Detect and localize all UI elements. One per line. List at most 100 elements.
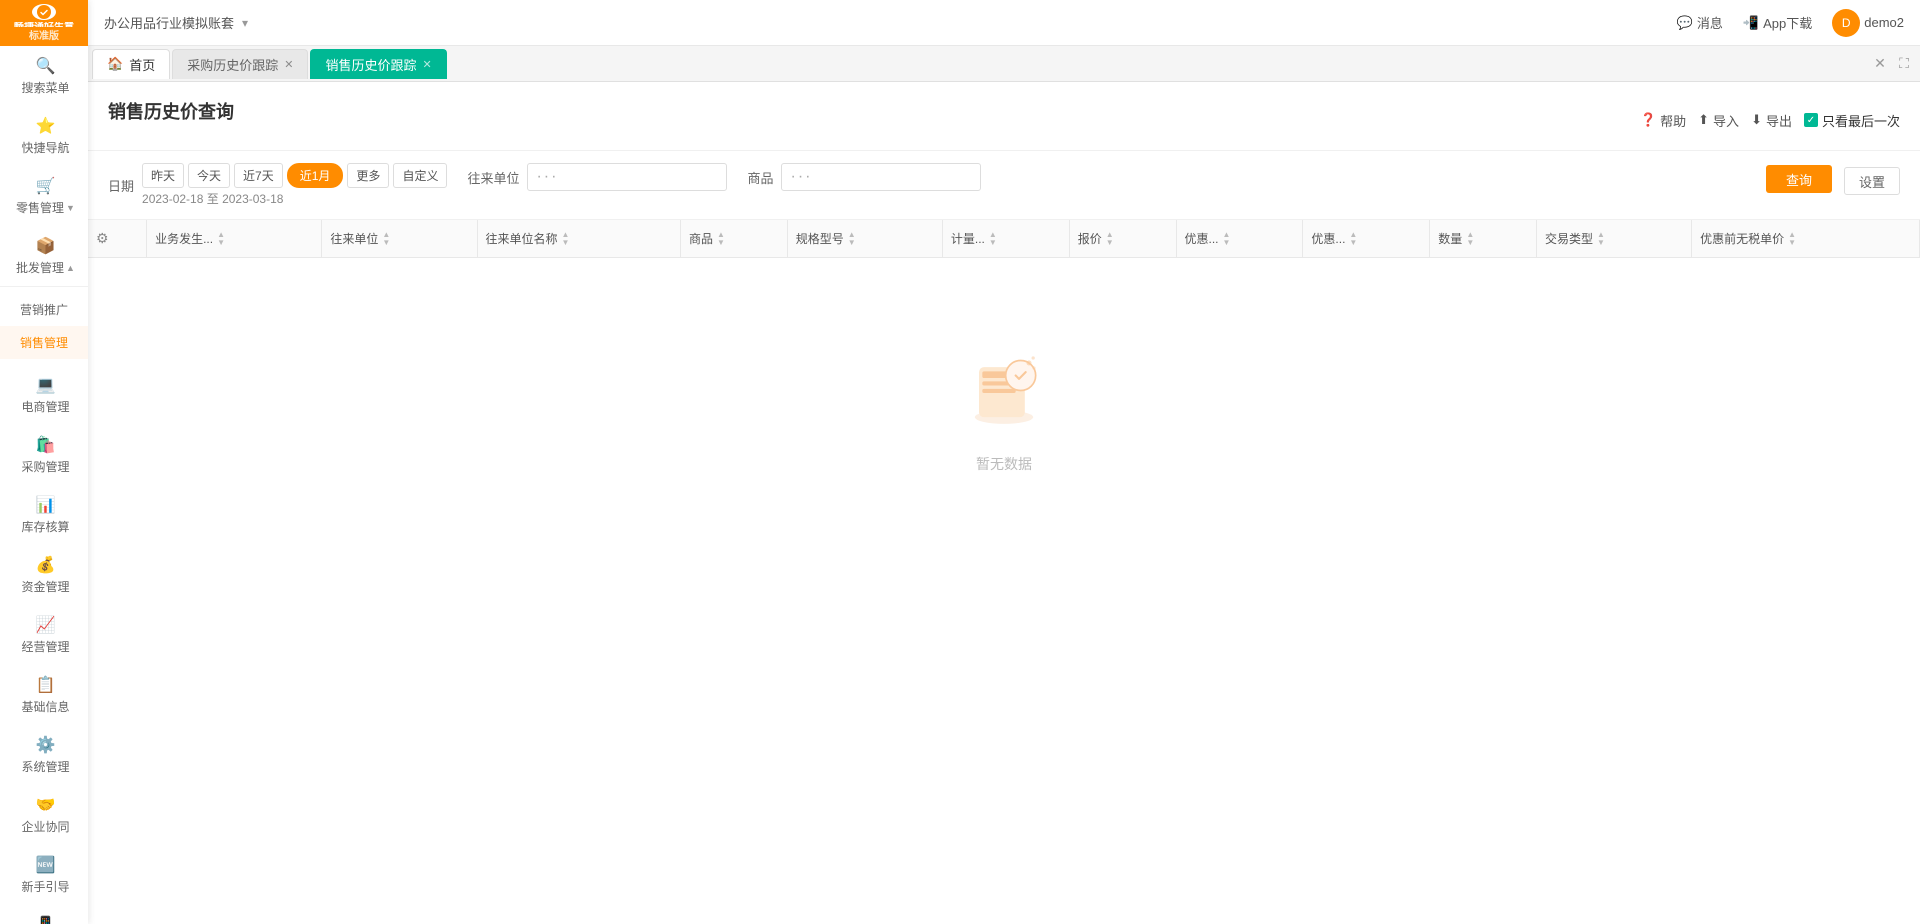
operation-icon: 📈 (36, 615, 56, 635)
maximize-btn[interactable]: ⛶ (1896, 56, 1912, 72)
empty-state: 暂无数据 (88, 258, 1920, 554)
enterprise-icon: 🤝 (36, 795, 56, 815)
settings-button[interactable]: 设置 (1844, 167, 1900, 195)
th-quantity[interactable]: 数量 ▲▼ (1430, 220, 1537, 258)
date-buttons: 昨天 今天 近7天 近1月 更多 自定义 (142, 163, 447, 188)
export-icon: ⬇ (1751, 112, 1762, 128)
filter-left: 日期 昨天 今天 近7天 近1月 更多 自定义 2023-02-18 至 202… (108, 163, 981, 207)
filter-row: 日期 昨天 今天 近7天 近1月 更多 自定义 2023-02-18 至 202… (88, 151, 1920, 220)
app-center-icon: 📱 (36, 915, 56, 924)
table-container: ⚙ 业务发生... ▲▼ 往来单位 ▲▼ (88, 220, 1920, 924)
sidebar-item-finance[interactable]: 💰 资金管理 (0, 545, 88, 605)
date-label: 日期 (108, 176, 134, 195)
th-unit-name[interactable]: 往来单位名称 ▲▼ (477, 220, 681, 258)
topbar-dropdown-icon[interactable]: ▾ (242, 16, 248, 30)
th-discount2[interactable]: 优惠... ▲▼ (1303, 220, 1430, 258)
logo-area: 畅捷通好生意 标准版 (0, 0, 88, 46)
goods-input-dots: ··· (790, 168, 812, 186)
goods-label: 商品 (747, 168, 773, 187)
date-btn-7days[interactable]: 近7天 (234, 163, 283, 188)
import-btn[interactable]: ⬆ 导入 (1698, 111, 1739, 130)
tab-purchase-history[interactable]: 采购历史价跟踪 ✕ (172, 49, 308, 79)
chevron-down-icon: ▼ (66, 203, 75, 213)
basic-icon: 📋 (36, 675, 56, 695)
message-icon: 💬 (1677, 15, 1693, 31)
gear-icon[interactable]: ⚙ (96, 230, 109, 246)
date-btn-1month[interactable]: 近1月 (287, 163, 344, 188)
finance-icon: 💰 (36, 555, 56, 575)
date-btn-more[interactable]: 更多 (347, 163, 389, 188)
empty-text: 暂无数据 (976, 454, 1032, 474)
tab-close-sales[interactable]: ✕ (422, 58, 431, 71)
export-btn[interactable]: ⬇ 导出 (1751, 111, 1792, 130)
sidebar-item-retail[interactable]: 🛒 零售管理 ▼ (0, 166, 88, 226)
page-header: 销售历史价查询 ❓ 帮助 ⬆ 导入 ⬇ 导出 ✓ (88, 82, 1920, 151)
sidebar-item-wholesale[interactable]: 📦 批发管理 ▲ (0, 226, 88, 286)
search-icon: 🔍 (36, 56, 56, 76)
guide-icon: 🆕 (36, 855, 56, 875)
page-title: 销售历史价查询 (108, 98, 234, 124)
date-filter: 日期 昨天 今天 近7天 近1月 更多 自定义 2023-02-18 至 202… (108, 163, 447, 207)
sidebar-item-enterprise[interactable]: 🤝 企业协同 (0, 785, 88, 845)
sidebar-item-sales[interactable]: 销售管理 (0, 326, 88, 359)
date-range-display: 2023-02-18 至 2023-03-18 (142, 190, 447, 207)
th-pretax-price[interactable]: 优惠前无税单价 ▲▼ (1692, 220, 1920, 258)
th-settings[interactable]: ⚙ (88, 220, 147, 258)
unit-filter: 往来单位 ··· (467, 163, 727, 191)
tabbar: 🏠 首页 采购历史价跟踪 ✕ 销售历史价跟踪 ✕ ✕ ⛶ (88, 46, 1920, 82)
purchase-icon: 🛍️ (36, 435, 56, 455)
only-last-checkbox[interactable]: ✓ 只看最后一次 (1804, 111, 1900, 130)
date-btn-today[interactable]: 今天 (188, 163, 230, 188)
table-header: ⚙ 业务发生... ▲▼ 往来单位 ▲▼ (88, 220, 1920, 258)
sidebar-item-operation[interactable]: 📈 经营管理 (0, 605, 88, 665)
th-discount1[interactable]: 优惠... ▲▼ (1176, 220, 1303, 258)
th-quoted-price[interactable]: 报价 ▲▼ (1069, 220, 1176, 258)
tab-close-purchase[interactable]: ✕ (284, 58, 293, 71)
sidebar-menu: 🔍 搜索菜单 ⭐ 快捷导航 🛒 零售管理 ▼ 📦 批发管理 ▲ 营销推广 (0, 46, 88, 924)
checkbox-icon: ✓ (1804, 113, 1818, 127)
message-btn[interactable]: 💬 消息 (1677, 13, 1723, 32)
sidebar-item-search[interactable]: 🔍 搜索菜单 (0, 46, 88, 106)
download-icon: 📲 (1743, 15, 1759, 31)
query-button[interactable]: 查询 (1766, 165, 1832, 193)
retail-icon: 🛒 (36, 176, 56, 196)
tab-home[interactable]: 🏠 首页 (92, 49, 170, 79)
home-icon: 🏠 (107, 56, 123, 72)
topbar: 办公用品行业模拟账套 ▾ 💬 消息 📲 App下载 D demo2 (88, 0, 1920, 46)
window-controls: ✕ ⛶ (1872, 56, 1916, 72)
sidebar-item-basic[interactable]: 📋 基础信息 (0, 665, 88, 725)
sidebar-item-guide[interactable]: 🆕 新手引导 (0, 845, 88, 905)
sidebar-item-system[interactable]: ⚙️ 系统管理 (0, 725, 88, 785)
th-unit-measure[interactable]: 计量... ▲▼ (942, 220, 1069, 258)
sidebar: 畅捷通好生意 标准版 🔍 搜索菜单 ⭐ 快捷导航 🛒 零售管理 ▼ 📦 批发管理… (0, 0, 88, 924)
data-table: ⚙ 业务发生... ▲▼ 往来单位 ▲▼ (88, 220, 1920, 258)
import-icon: ⬆ (1698, 112, 1709, 128)
date-btn-custom[interactable]: 自定义 (393, 163, 447, 188)
th-goods[interactable]: 商品 ▲▼ (681, 220, 788, 258)
action-buttons: ❓ 帮助 ⬆ 导入 ⬇ 导出 ✓ 只看最后一次 (1640, 111, 1900, 130)
date-btn-yesterday[interactable]: 昨天 (142, 163, 184, 188)
sidebar-item-marketing[interactable]: 营销推广 (0, 293, 88, 326)
topbar-left: 办公用品行业模拟账套 ▾ (104, 13, 248, 32)
wholesale-icon: 📦 (36, 236, 56, 256)
help-btn[interactable]: ❓ 帮助 (1640, 111, 1686, 130)
sidebar-item-app-center[interactable]: 📱 应用中心 (0, 905, 88, 924)
empty-illustration (954, 338, 1054, 438)
unit-input[interactable]: ··· (527, 163, 727, 191)
th-spec[interactable]: 规格型号 ▲▼ (787, 220, 942, 258)
sidebar-item-shortcut[interactable]: ⭐ 快捷导航 (0, 106, 88, 166)
date-group: 昨天 今天 近7天 近1月 更多 自定义 2023-02-18 至 2023-0… (142, 163, 447, 207)
close-window-btn[interactable]: ✕ (1872, 56, 1888, 72)
goods-input[interactable]: ··· (781, 163, 981, 191)
th-trade-type[interactable]: 交易类型 ▲▼ (1537, 220, 1692, 258)
topbar-right: 💬 消息 📲 App下载 D demo2 (1677, 9, 1904, 37)
th-unit-code[interactable]: 往来单位 ▲▼ (322, 220, 477, 258)
th-biz-date[interactable]: 业务发生... ▲▼ (147, 220, 322, 258)
logo-icon (32, 4, 56, 20)
user-avatar-area[interactable]: D demo2 (1832, 9, 1904, 37)
tab-sales-history[interactable]: 销售历史价跟踪 ✕ (310, 49, 446, 79)
sidebar-item-purchase[interactable]: 🛍️ 采购管理 (0, 425, 88, 485)
sidebar-item-inventory[interactable]: 📊 库存核算 (0, 485, 88, 545)
app-download-btn[interactable]: 📲 App下载 (1743, 13, 1812, 32)
sidebar-item-ecommerce[interactable]: 💻 电商管理 (0, 365, 88, 425)
